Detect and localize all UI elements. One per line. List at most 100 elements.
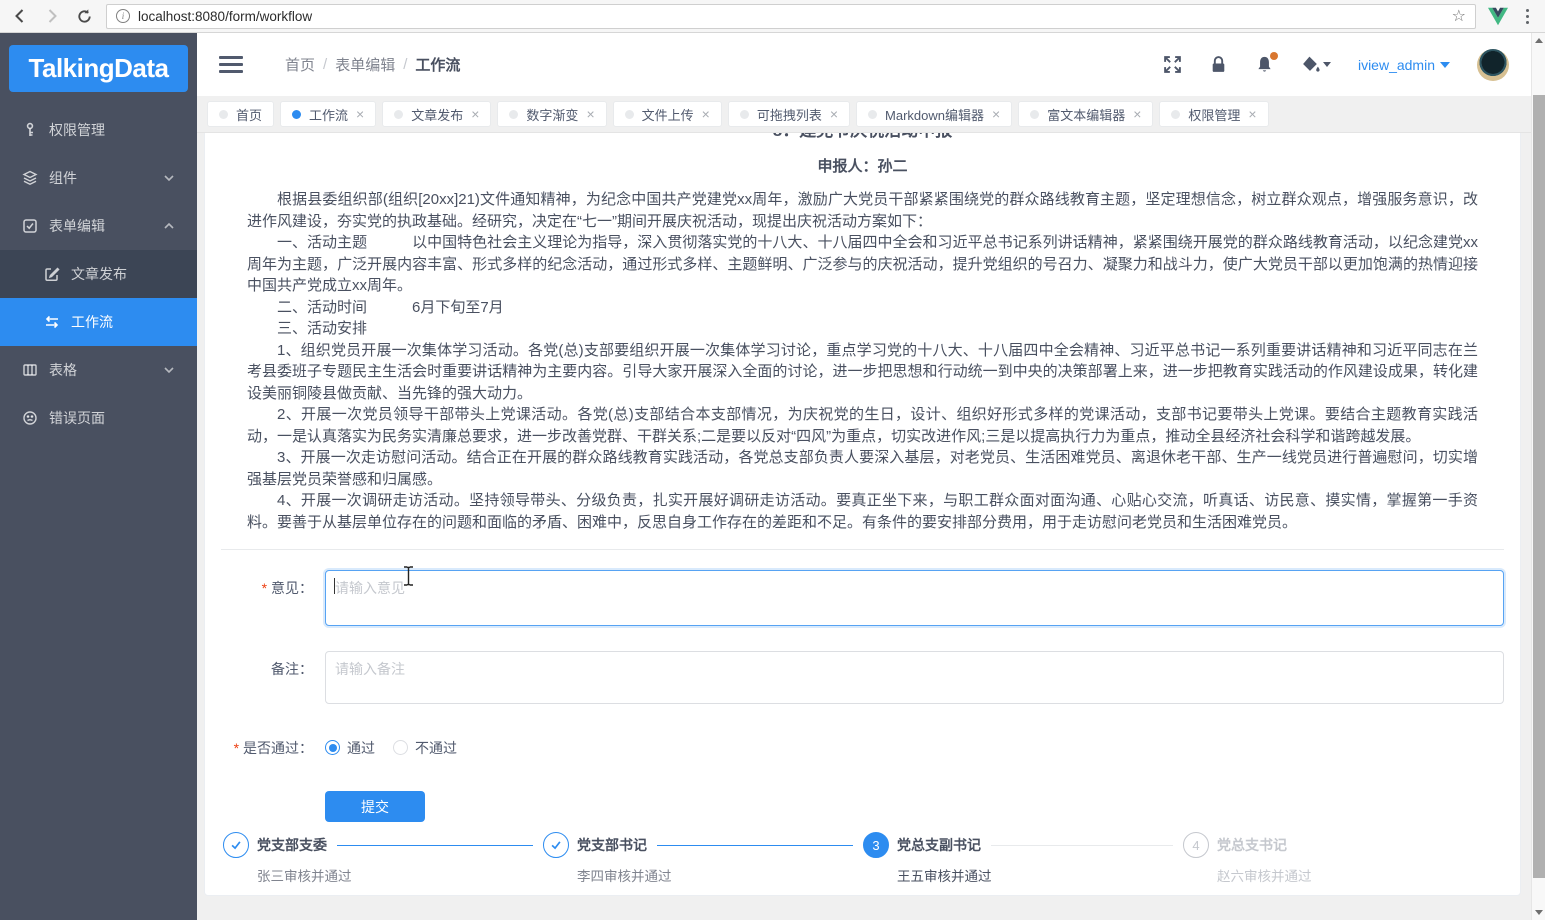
document-body: 根据县委组织部(组织[20xx]21)文件通知精神，为纪念中国共产党建党xx周年…	[247, 189, 1478, 533]
breadcrumb-form-edit[interactable]: 表单编辑	[335, 54, 395, 75]
browser-refresh-icon[interactable]	[74, 6, 94, 26]
tab-dot-icon	[394, 109, 404, 119]
breadcrumb-home[interactable]: 首页	[285, 54, 315, 75]
url-text[interactable]: localhost:8080/form/workflow	[138, 9, 1444, 24]
article-publish-icon	[45, 267, 60, 281]
remark-textarea[interactable]	[325, 651, 1504, 704]
sidebar-item-permission[interactable]: 权限管理	[0, 106, 197, 154]
bell-icon[interactable]	[1255, 52, 1278, 74]
tab-close-icon[interactable]: ×	[702, 107, 710, 121]
sidebar: TalkingData 权限管理 组件 表单编辑 文章发布 工作流 表格 错误页…	[0, 33, 197, 920]
step-title: 党总支副书记	[897, 837, 981, 853]
step-check-icon	[543, 832, 569, 858]
page-info-icon[interactable]: i	[116, 9, 130, 23]
tab-close-icon[interactable]: ×	[992, 107, 1000, 121]
bookmark-star-icon[interactable]: ☆	[1452, 6, 1466, 26]
top-header: 首页 / 表单编辑 / 工作流 iview_admin	[197, 33, 1531, 96]
sidebar-item-table[interactable]: 表格	[0, 346, 197, 394]
tab-article-publish[interactable]: 文章发布 ×	[382, 101, 492, 127]
lock-icon[interactable]	[1209, 55, 1228, 74]
workflow-card: 8：建党节庆祝活动申报 申报人：孙二 根据县委组织部(组织[20xx]21)文件…	[204, 133, 1521, 896]
paragraph: 4、开展一次调研走访活动。坚持领导带头、分级负责，扎实开展好调研走访活动。要真正…	[247, 492, 1478, 531]
tab-dot-icon	[292, 109, 302, 119]
step-4: 4 党总支书记 赵六审核并通过	[1183, 832, 1312, 885]
key-icon	[26, 122, 34, 136]
tab-workflow[interactable]: 工作流 ×	[280, 101, 377, 127]
browser-menu-icon[interactable]	[1520, 8, 1535, 24]
step-content: 王五审核并通过	[897, 869, 992, 884]
step-connector	[337, 844, 533, 846]
sidebar-item-label: 文章发布	[71, 266, 127, 282]
components-icon	[22, 170, 38, 185]
tag-nav-bar: 首页 工作流 × 文章发布 × 数字渐变 × 文件上传 × 可拖拽列表 × Ma…	[197, 96, 1531, 133]
submit-button[interactable]: 提交	[325, 791, 425, 822]
user-caret-icon	[1440, 61, 1450, 68]
sidebar-toggle-icon[interactable]	[219, 56, 243, 73]
document-title: 8：建党节庆祝活动申报	[221, 133, 1504, 142]
error-page-icon	[23, 411, 37, 425]
sidebar-item-error-page[interactable]: 错误页面	[0, 394, 197, 442]
paragraph: 2、开展一次党员领导干部带头上党课活动。各党(总)支部结合本支部情况，为庆祝党的…	[247, 406, 1478, 445]
radio-fail[interactable]: 不通过	[393, 738, 457, 758]
step-content: 张三审核并通过	[257, 869, 352, 884]
tab-dot-icon	[509, 109, 519, 119]
tab-dot-icon	[739, 109, 749, 119]
user-menu[interactable]: iview_admin	[1358, 57, 1450, 73]
section-divider	[221, 549, 1504, 550]
fullscreen-icon[interactable]	[1163, 55, 1182, 74]
tab-rich-text-editor[interactable]: 富文本编辑器 ×	[1018, 101, 1154, 127]
sidebar-menu: 权限管理 组件 表单编辑 文章发布 工作流 表格 错误页面	[0, 106, 197, 442]
radio-selected-icon	[325, 740, 340, 755]
step-title: 党总支书记	[1217, 837, 1287, 853]
app-logo[interactable]: TalkingData	[9, 45, 188, 92]
sidebar-item-label: 组件	[49, 170, 77, 186]
breadcrumb-current: 工作流	[415, 57, 461, 74]
theme-bucket-icon[interactable]	[1301, 55, 1331, 74]
tab-home[interactable]: 首页	[207, 101, 275, 127]
browser-back-icon[interactable]	[10, 6, 30, 26]
tab-dot-icon	[219, 109, 228, 119]
tab-permission[interactable]: 权限管理 ×	[1159, 101, 1269, 127]
vue-devtools-icon[interactable]	[1488, 6, 1508, 26]
step-2: 党支部书记 李四审核并通过	[543, 832, 863, 885]
step-1: 党支部支委 张三审核并通过	[223, 832, 543, 885]
step-connector	[991, 844, 1173, 846]
sidebar-item-components[interactable]: 组件	[0, 154, 197, 202]
tab-close-icon[interactable]: ×	[830, 107, 838, 121]
tab-close-icon[interactable]: ×	[1133, 107, 1141, 121]
sidebar-item-workflow[interactable]: 工作流	[0, 298, 197, 346]
sidebar-item-form-edit[interactable]: 表单编辑	[0, 202, 197, 250]
approval-form: 意见： 备注： 是否通过：	[221, 570, 1504, 822]
sidebar-item-label: 错误页面	[49, 410, 105, 426]
tab-upload[interactable]: 文件上传 ×	[612, 101, 722, 127]
theme-caret-icon	[1322, 62, 1331, 67]
url-bar[interactable]: i localhost:8080/form/workflow ☆	[106, 3, 1476, 29]
step-check-icon	[223, 832, 249, 858]
tab-count-to[interactable]: 数字渐变 ×	[497, 101, 607, 127]
tab-close-icon[interactable]: ×	[1248, 107, 1256, 121]
chevron-down-icon	[164, 175, 174, 182]
tab-close-icon[interactable]: ×	[471, 107, 479, 121]
sidebar-item-label: 工作流	[71, 314, 113, 330]
chevron-down-icon	[164, 367, 174, 374]
scroll-down-icon[interactable]	[1532, 905, 1545, 920]
tab-close-icon[interactable]: ×	[586, 107, 594, 121]
tab-close-icon[interactable]: ×	[356, 107, 364, 121]
opinion-textarea[interactable]	[325, 570, 1504, 626]
page-content: 8：建党节庆祝活动申报 申报人：孙二 根据县委组织部(组织[20xx]21)文件…	[197, 133, 1531, 920]
username-label: iview_admin	[1357, 56, 1435, 73]
text-caret	[334, 578, 335, 594]
page-scrollbar[interactable]	[1531, 33, 1545, 920]
step-content: 赵六审核并通过	[1217, 869, 1312, 884]
sidebar-item-article-publish[interactable]: 文章发布	[0, 250, 197, 298]
sidebar-item-label: 权限管理	[49, 122, 105, 138]
browser-forward-icon[interactable]	[42, 6, 62, 26]
pass-label: 是否通过：	[221, 737, 325, 758]
scroll-up-icon[interactable]	[1532, 33, 1545, 48]
scrollbar-thumb[interactable]	[1533, 95, 1545, 878]
radio-pass[interactable]: 通过	[325, 738, 375, 758]
paragraph: 三、活动安排	[277, 320, 368, 337]
tab-markdown-editor[interactable]: Markdown编辑器 ×	[856, 101, 1013, 127]
tab-drag-list[interactable]: 可拖拽列表 ×	[727, 101, 851, 127]
avatar[interactable]	[1477, 48, 1509, 81]
